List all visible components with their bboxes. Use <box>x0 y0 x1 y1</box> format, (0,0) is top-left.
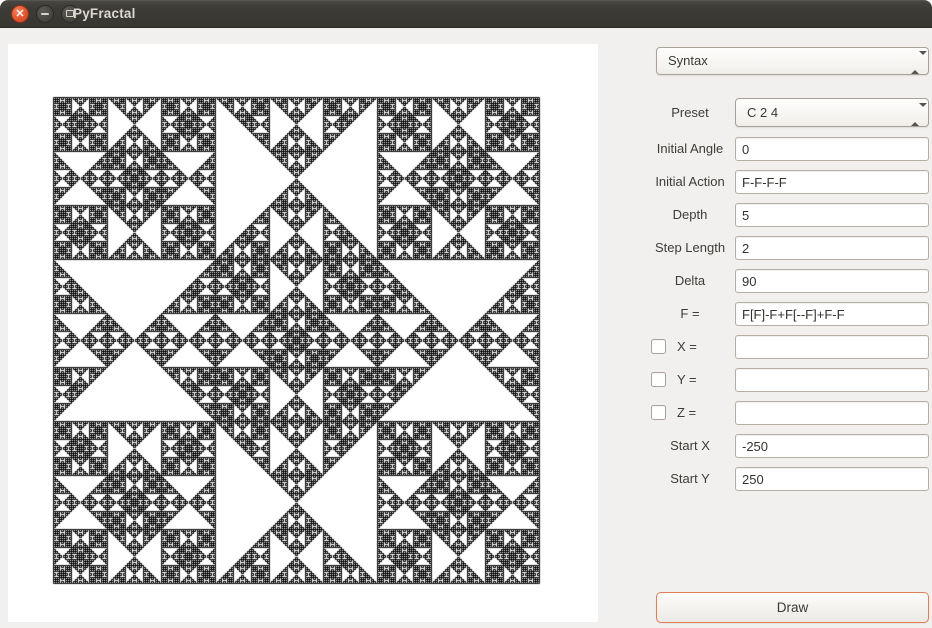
start-x-input[interactable] <box>735 434 929 458</box>
close-button[interactable]: ✕ <box>11 5 29 23</box>
x-rule-label: X = <box>677 339 697 354</box>
z-rule-checkbox[interactable] <box>651 405 666 420</box>
y-rule-input[interactable] <box>735 368 929 392</box>
preset-select-value: C 2 4 <box>747 105 779 120</box>
initial-action-input[interactable] <box>735 170 929 194</box>
close-icon: ✕ <box>15 8 25 20</box>
initial-action-label: Initial Action <box>655 174 725 189</box>
y-rule-label: Y = <box>677 372 697 387</box>
window-title: PyFractal <box>73 6 136 21</box>
z-rule-label: Z = <box>677 405 697 420</box>
app-window: ✕ PyFractal Syntax Preset C 2 4 Initial … <box>0 0 932 628</box>
z-rule-input[interactable] <box>735 401 929 425</box>
preset-select[interactable]: C 2 4 <box>735 98 929 127</box>
delta-label: Delta <box>674 273 706 288</box>
x-rule-checkbox[interactable] <box>651 339 666 354</box>
step-length-input[interactable] <box>735 236 929 260</box>
minimize-button[interactable] <box>36 5 54 23</box>
f-rule-input[interactable] <box>735 302 929 326</box>
y-rule-checkbox[interactable] <box>651 372 666 387</box>
chevron-updown-icon <box>911 102 927 126</box>
delta-input[interactable] <box>735 269 929 293</box>
fractal-canvas <box>8 44 598 622</box>
start-y-input[interactable] <box>735 467 929 491</box>
syntax-select-value: Syntax <box>668 53 708 68</box>
x-rule-input[interactable] <box>735 335 929 359</box>
minimize-icon <box>41 13 49 15</box>
syntax-select[interactable]: Syntax <box>656 47 929 75</box>
initial-angle-input[interactable] <box>735 137 929 161</box>
draw-button[interactable]: Draw <box>656 592 929 623</box>
depth-label: Depth <box>672 207 708 222</box>
initial-angle-label: Initial Angle <box>656 141 724 156</box>
preset-label: Preset <box>671 105 709 120</box>
titlebar: ✕ PyFractal <box>0 0 932 28</box>
start-y-label: Start Y <box>670 471 710 486</box>
f-rule-label: F = <box>680 306 700 321</box>
depth-input[interactable] <box>735 203 929 227</box>
step-length-label: Step Length <box>654 240 726 255</box>
fractal-canvas-area <box>8 44 598 622</box>
chevron-updown-icon <box>911 51 927 74</box>
start-x-label: Start X <box>670 438 710 453</box>
